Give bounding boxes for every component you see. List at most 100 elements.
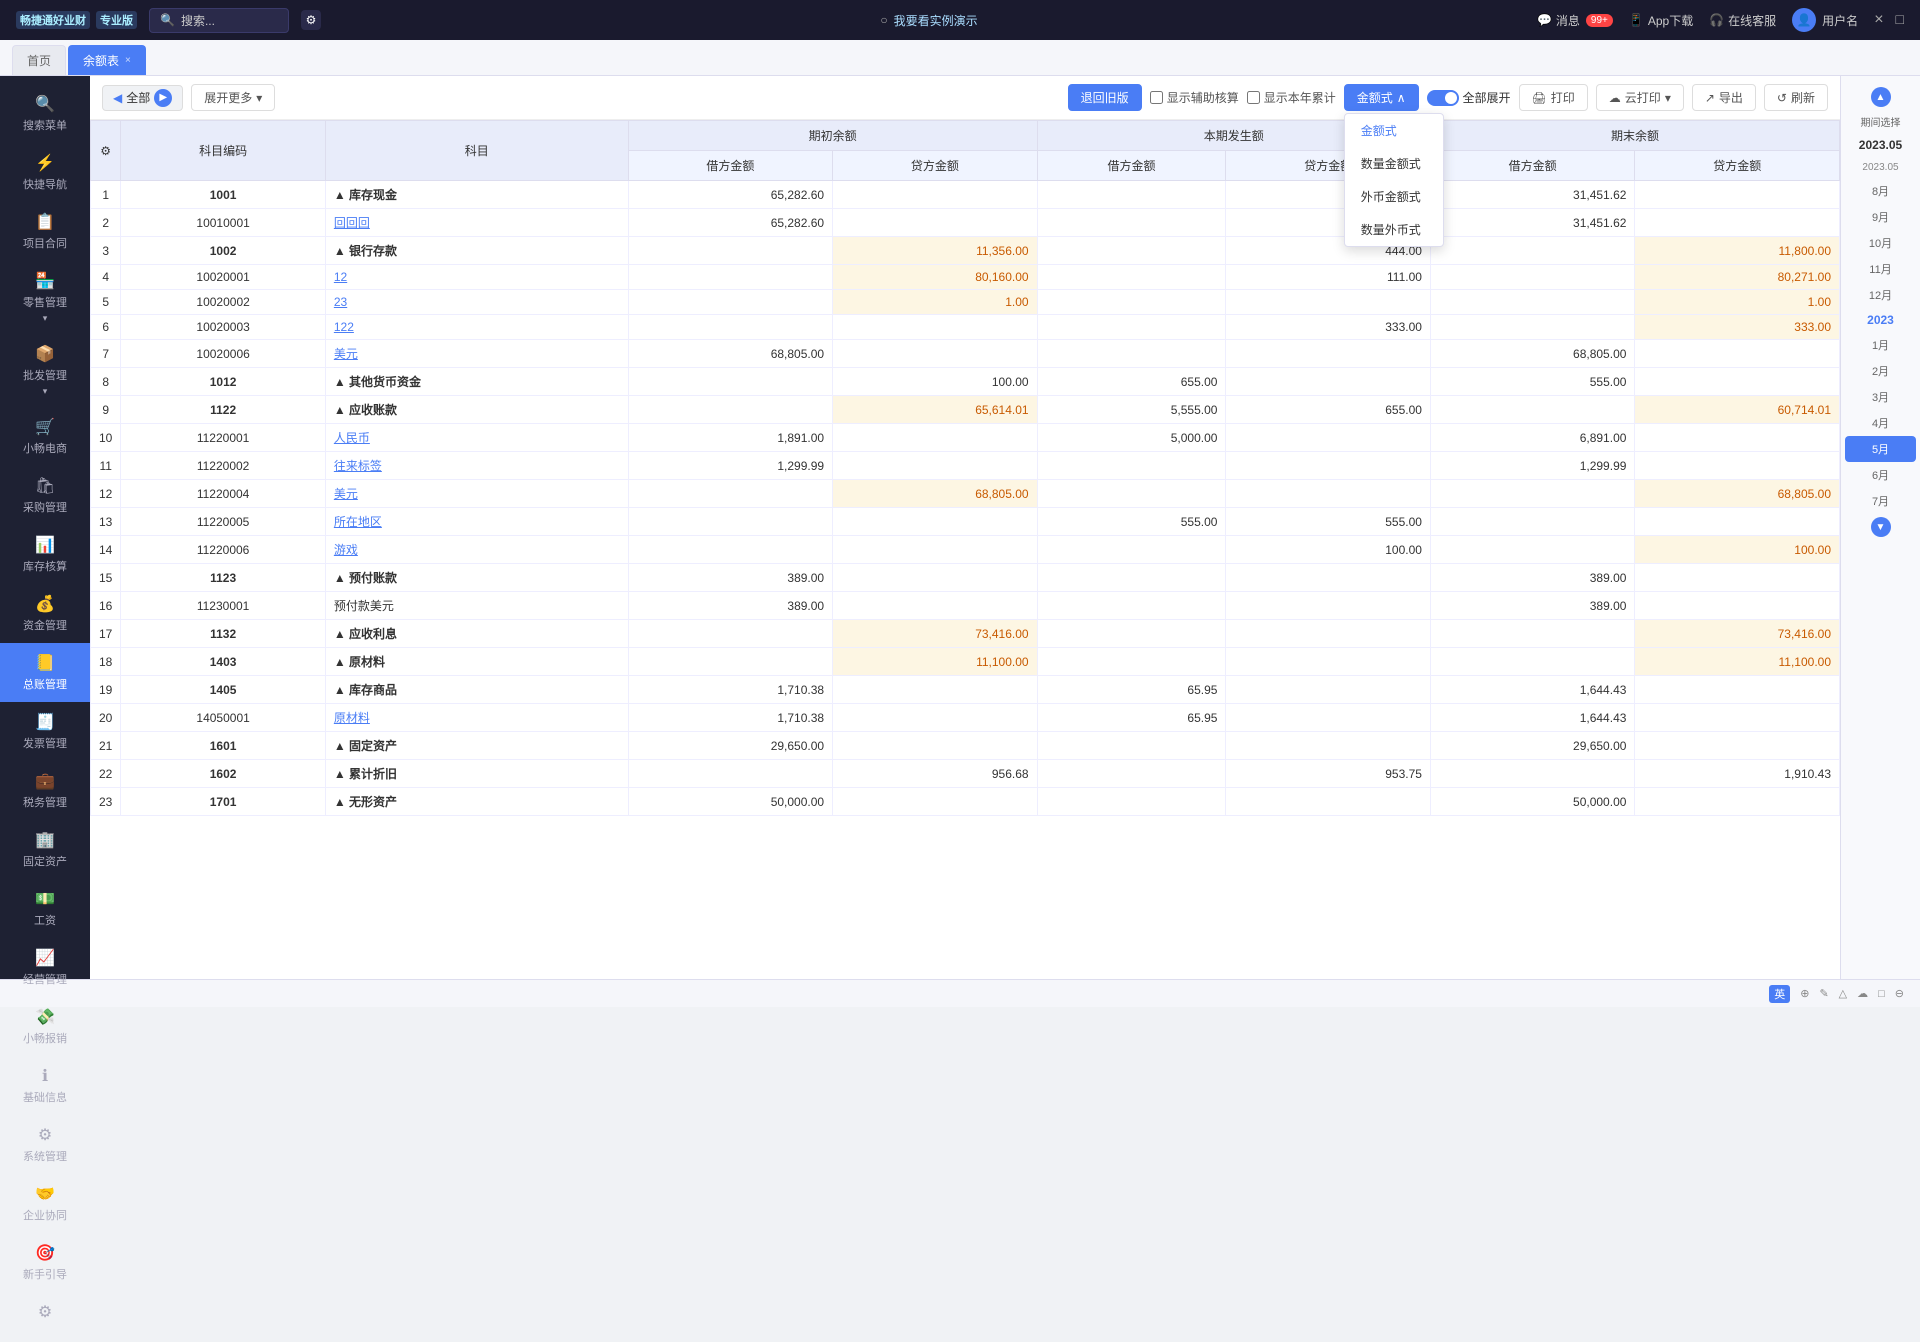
demo-text[interactable]: 我要看实例演示 bbox=[894, 12, 978, 29]
period-2[interactable]: 2月 bbox=[1845, 358, 1916, 384]
settings-icon[interactable]: ⚙ bbox=[301, 10, 321, 30]
menu-item-foreign-amount[interactable]: 外币金额式 bbox=[1345, 180, 1443, 213]
sidebar-item-inventory[interactable]: 📊 库存核算 bbox=[0, 525, 90, 584]
row-subject[interactable]: 回回回 bbox=[325, 209, 628, 237]
sidebar-item-search[interactable]: 🔍 搜索菜单 bbox=[0, 84, 90, 143]
expand-all-toggle[interactable]: 全部展开 bbox=[1427, 89, 1511, 106]
user-area[interactable]: 👤 用户名 bbox=[1792, 8, 1858, 32]
export-btn[interactable]: ↗ 导出 bbox=[1692, 84, 1756, 111]
row-subject[interactable]: 游戏 bbox=[325, 536, 628, 564]
period-4[interactable]: 4月 bbox=[1845, 410, 1916, 436]
toggle-switch[interactable] bbox=[1427, 90, 1459, 106]
back-arrow[interactable]: ◀ bbox=[113, 91, 122, 105]
sidebar-item-payroll[interactable]: 💵 工资 bbox=[0, 879, 90, 938]
print-btn[interactable]: 🖨 打印 bbox=[1519, 84, 1588, 111]
row-subject[interactable]: 美元 bbox=[325, 480, 628, 508]
row-subject[interactable]: 人民币 bbox=[325, 424, 628, 452]
status-layout[interactable]: □ bbox=[1878, 988, 1885, 1000]
period-9[interactable]: 9月 bbox=[1845, 204, 1916, 230]
status-edit[interactable]: ✎ bbox=[1819, 987, 1828, 1000]
sidebar-item-collab[interactable]: 🤝 企业协同 bbox=[0, 1174, 90, 1233]
sidebar-item-expense[interactable]: 💸 小畅报销 bbox=[0, 997, 90, 1056]
period-5[interactable]: 5月 bbox=[1845, 436, 1916, 462]
row-subject[interactable]: 原材料 bbox=[325, 704, 628, 732]
row-subject[interactable]: 12 bbox=[325, 265, 628, 290]
menu-item-qty-foreign[interactable]: 数量外币式 bbox=[1345, 213, 1443, 246]
sidebar-item-system[interactable]: ⚙ 系统管理 bbox=[0, 1115, 90, 1174]
sidebar-item-purchase[interactable]: 🛍 采购管理 bbox=[0, 466, 90, 525]
sidebar-settings[interactable]: ⚙ bbox=[0, 1292, 90, 1332]
subject-link[interactable]: 回回回 bbox=[334, 216, 370, 230]
app-download-btn[interactable]: 📱 App下载 bbox=[1629, 12, 1693, 29]
sidebar-item-guide[interactable]: 🎯 新手引导 bbox=[0, 1233, 90, 1292]
period-6[interactable]: 6月 bbox=[1845, 462, 1916, 488]
window-close-btn[interactable]: × bbox=[1874, 11, 1883, 29]
sidebar-item-assets[interactable]: 🏢 固定资产 bbox=[0, 820, 90, 879]
return-old-btn[interactable]: 退回旧版 bbox=[1068, 84, 1142, 111]
show-ytd-checkbox[interactable]: 显示本年累计 bbox=[1247, 89, 1336, 106]
row-subject[interactable]: 美元 bbox=[325, 340, 628, 368]
notification-area[interactable]: 💬 消息 99+ bbox=[1537, 12, 1613, 29]
status-add[interactable]: ⊕ bbox=[1800, 987, 1809, 1000]
menu-item-qty-amount[interactable]: 数量金额式 bbox=[1345, 147, 1443, 180]
forward-arrow[interactable]: ▶ bbox=[154, 89, 172, 107]
status-lang[interactable]: 英 bbox=[1769, 985, 1790, 1003]
subject-link[interactable]: 往来标签 bbox=[334, 459, 382, 473]
amount-mode-dropdown[interactable]: 金额式 ∧ 金额式 数量金额式 外币金额式 数量外币式 bbox=[1344, 84, 1419, 111]
period-up-btn[interactable]: ▲ bbox=[1871, 87, 1891, 107]
tab-home[interactable]: 首页 bbox=[12, 45, 66, 75]
period-2023-label[interactable]: 2023 bbox=[1845, 308, 1916, 332]
period-1[interactable]: 1月 bbox=[1845, 332, 1916, 358]
row-subject[interactable]: 122 bbox=[325, 315, 628, 340]
sidebar-item-management[interactable]: 📈 经营管理 bbox=[0, 938, 90, 997]
search-bar[interactable]: 🔍 搜索... bbox=[149, 8, 289, 33]
period-10[interactable]: 10月 bbox=[1845, 230, 1916, 256]
subject-link[interactable]: 原材料 bbox=[334, 711, 370, 725]
row-subject[interactable]: 所在地区 bbox=[325, 508, 628, 536]
window-max-btn[interactable]: □ bbox=[1896, 11, 1904, 29]
row-subject[interactable]: 23 bbox=[325, 290, 628, 315]
online-service-btn[interactable]: 🎧 在线客服 bbox=[1709, 12, 1776, 29]
subject-link[interactable]: 23 bbox=[334, 295, 347, 309]
subject-link[interactable]: 12 bbox=[334, 270, 347, 284]
subject-link[interactable]: 美元 bbox=[334, 347, 358, 361]
sidebar-item-baseinfo[interactable]: ℹ 基础信息 bbox=[0, 1056, 90, 1115]
subject-link[interactable]: 美元 bbox=[334, 487, 358, 501]
sidebar-item-invoice[interactable]: 🧾 发票管理 bbox=[0, 702, 90, 761]
col-settings[interactable]: ⚙ bbox=[91, 121, 121, 181]
status-minus[interactable]: ⊖ bbox=[1895, 987, 1904, 1000]
subject-link[interactable]: 122 bbox=[334, 320, 354, 334]
period-year-2023[interactable]: 2023.05 bbox=[1845, 133, 1916, 157]
cloud-print-btn[interactable]: ☁ 云打印 ▾ bbox=[1596, 84, 1684, 111]
tab-balance[interactable]: 余额表 × bbox=[68, 45, 146, 75]
sidebar-item-ledger[interactable]: 📒 总账管理 bbox=[0, 643, 90, 702]
sidebar-item-wholesale[interactable]: 📦 批发管理 ▾ bbox=[0, 334, 90, 407]
subject-link[interactable]: 人民币 bbox=[334, 431, 370, 445]
tab-balance-close[interactable]: × bbox=[125, 55, 131, 66]
period-11[interactable]: 11月 bbox=[1845, 256, 1916, 282]
refresh-btn[interactable]: ↺ 刷新 bbox=[1764, 84, 1828, 111]
sidebar-item-retail[interactable]: 🏪 零售管理 ▾ bbox=[0, 261, 90, 334]
auxiliary-input[interactable] bbox=[1150, 91, 1163, 104]
period-sub-2023[interactable]: 2023.05 bbox=[1845, 157, 1916, 178]
period-8[interactable]: 8月 bbox=[1845, 178, 1916, 204]
menu-item-amount[interactable]: 金额式 bbox=[1345, 114, 1443, 147]
period-12[interactable]: 12月 bbox=[1845, 282, 1916, 308]
show-auxiliary-checkbox[interactable]: 显示辅助核算 bbox=[1150, 89, 1239, 106]
sidebar-item-project[interactable]: 📋 项目合同 bbox=[0, 202, 90, 261]
subject-link[interactable]: 所在地区 bbox=[334, 515, 382, 529]
status-cloud[interactable]: ☁ bbox=[1857, 987, 1868, 1000]
ytd-input[interactable] bbox=[1247, 91, 1260, 104]
sidebar-item-quicknav[interactable]: ⚡ 快捷导航 bbox=[0, 143, 90, 202]
sidebar-item-ecommerce[interactable]: 🛒 小畅电商 bbox=[0, 407, 90, 466]
sidebar-item-funds[interactable]: 💰 资金管理 bbox=[0, 584, 90, 643]
period-3[interactable]: 3月 bbox=[1845, 384, 1916, 410]
period-7[interactable]: 7月 bbox=[1845, 488, 1916, 514]
status-warning[interactable]: △ bbox=[1839, 987, 1847, 1000]
period-down-btn[interactable]: ▼ bbox=[1871, 517, 1891, 537]
amount-mode-btn[interactable]: 金额式 ∧ bbox=[1344, 84, 1419, 111]
row-subject[interactable]: 预付款美元 bbox=[325, 592, 628, 620]
sidebar-item-tax[interactable]: 💼 税务管理 bbox=[0, 761, 90, 820]
expand-more-btn[interactable]: 展开更多 ▾ bbox=[191, 84, 275, 111]
subject-link[interactable]: 游戏 bbox=[334, 543, 358, 557]
